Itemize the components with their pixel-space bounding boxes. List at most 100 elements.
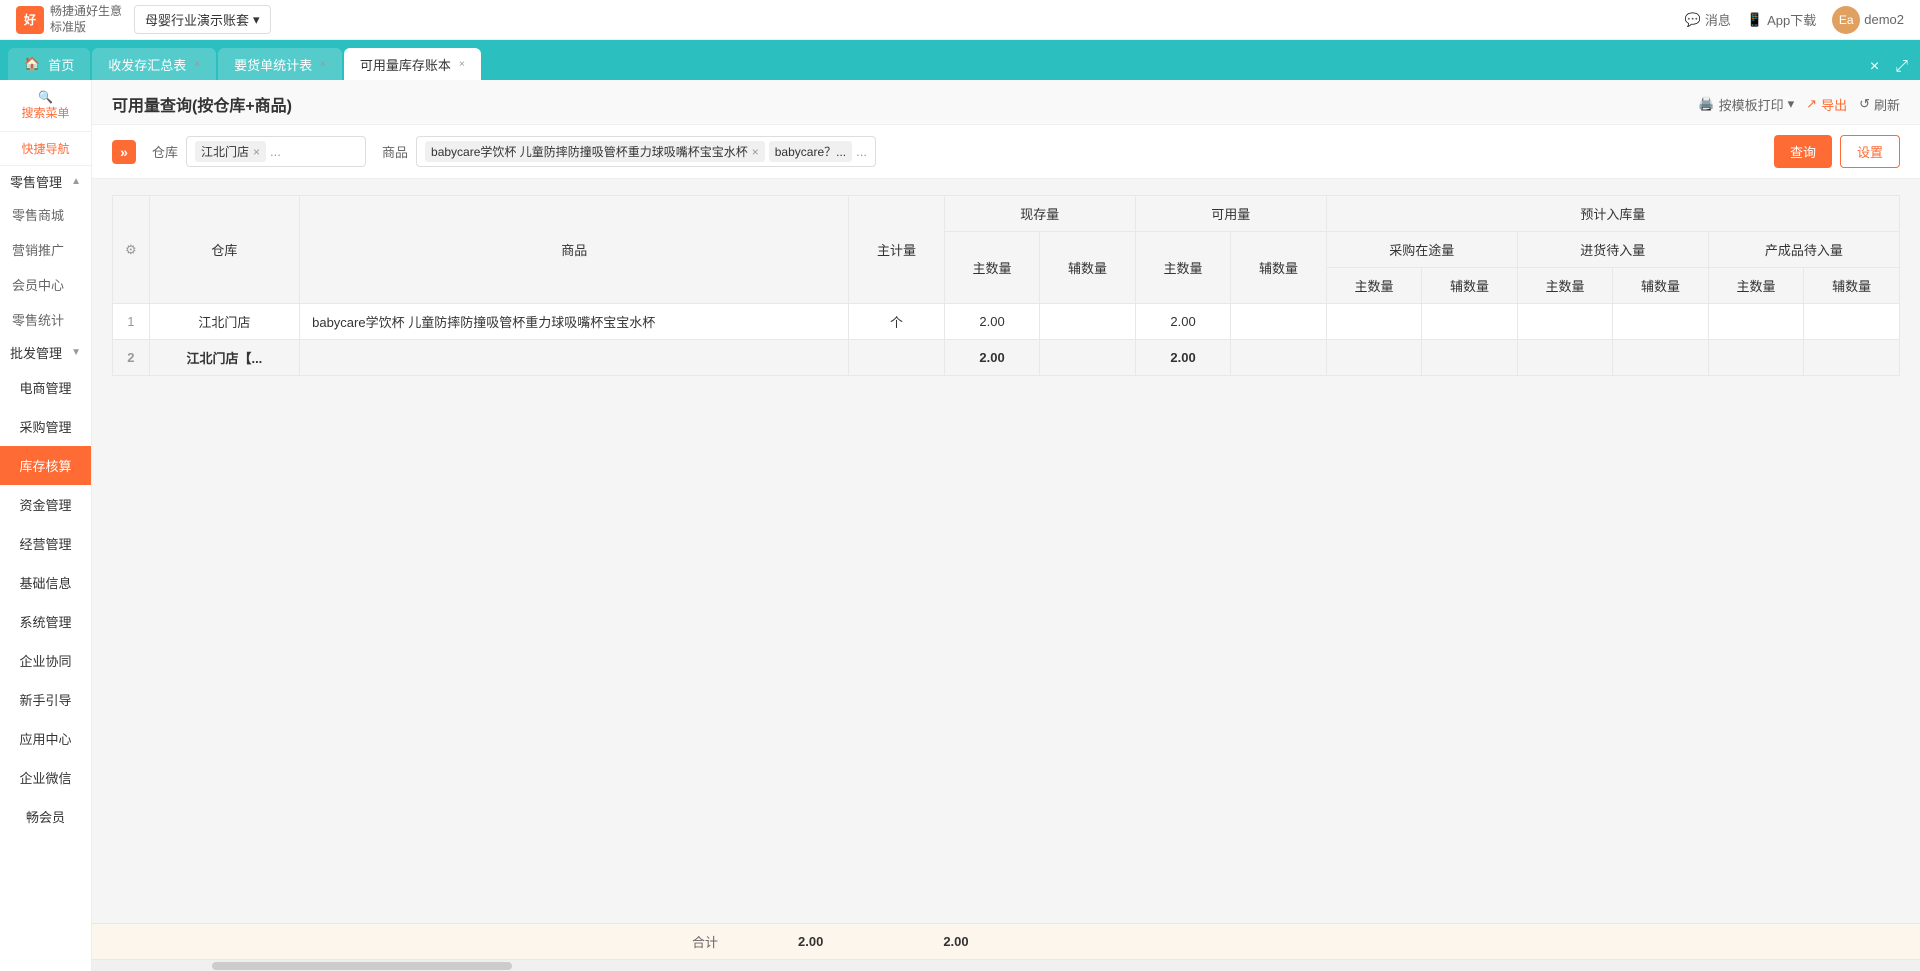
query-button[interactable]: 查询 bbox=[1774, 135, 1832, 168]
product-filter: 商品 babycare学饮杯 儿童防摔防撞吸管杯重力球吸嘴杯宝宝水杯 × bab… bbox=[382, 136, 876, 167]
table-row-summary: 2 江北门店【... 2.00 2.00 bbox=[113, 340, 1900, 376]
scroll-thumb[interactable] bbox=[212, 962, 512, 970]
product-more-button[interactable]: ... bbox=[856, 144, 867, 159]
sidebar-item-enterprise[interactable]: 企业协同 bbox=[0, 641, 91, 680]
product-tag-1: babycare学饮杯 儿童防摔防撞吸管杯重力球吸嘴杯宝宝水杯 × bbox=[425, 141, 765, 162]
row-warehouse: 江北门店 bbox=[149, 304, 299, 340]
th-warehouse: 仓库 bbox=[149, 196, 299, 304]
th-settings: ⚙ bbox=[113, 196, 150, 304]
refresh-icon: ↺ bbox=[1859, 96, 1870, 112]
expand-window-button[interactable]: ⤢ bbox=[1891, 54, 1912, 80]
message-button[interactable]: 💬 消息 bbox=[1685, 10, 1731, 29]
chevron-down-icon: ▾ bbox=[253, 12, 260, 28]
sidebar-item-guide[interactable]: 新手引导 bbox=[0, 680, 91, 719]
chevron-down-icon: ▼ bbox=[71, 347, 81, 358]
row-available-main: 2.00 bbox=[1135, 304, 1231, 340]
sidebar-item-member[interactable]: 会员中心 bbox=[0, 267, 91, 302]
th-current-main: 主数量 bbox=[944, 232, 1040, 304]
settings-button[interactable]: 设置 bbox=[1840, 135, 1900, 168]
warehouse-tag-close[interactable]: × bbox=[253, 145, 260, 159]
search-icon: 🔍 bbox=[38, 90, 53, 104]
sidebar-item-retail[interactable]: 零售管理 ▲ bbox=[0, 166, 91, 197]
product-tag1-close[interactable]: × bbox=[752, 145, 759, 159]
close-tab-available-stock[interactable]: × bbox=[459, 59, 465, 70]
close-tab-order-stat[interactable]: × bbox=[320, 59, 326, 70]
sidebar-item-base[interactable]: 基础信息 bbox=[0, 563, 91, 602]
sidebar-item-ecommerce[interactable]: 电商管理 bbox=[0, 368, 91, 407]
printer-icon: 🖨️ bbox=[1698, 96, 1714, 112]
template-print-button[interactable]: 🖨️ 按模板打印 ▾ bbox=[1698, 95, 1794, 114]
row-product: babycare学饮杯 儿童防摔防撞吸管杯重力球吸嘴杯宝宝水杯 bbox=[300, 304, 849, 340]
row-product bbox=[300, 340, 849, 376]
th-product-pending: 产成品待入量 bbox=[1708, 232, 1899, 268]
close-all-tabs-button[interactable]: × bbox=[1866, 54, 1883, 80]
sidebar-item-retail-mall[interactable]: 零售商城 bbox=[0, 197, 91, 232]
tab-available-stock[interactable]: 可用量库存账本 × bbox=[344, 48, 481, 80]
nav-tabs: 🏠 首页 收发存汇总表 × 要货单统计表 × 可用量库存账本 × × ⤢ bbox=[0, 40, 1920, 80]
main-layout: 🔍 搜索菜单 快捷导航 零售管理 ▲ 零售商城 营销推广 会员中心 零售统计 批… bbox=[0, 80, 1920, 971]
warehouse-more-button[interactable]: ... bbox=[270, 144, 281, 159]
page-title: 可用量查询(按仓库+商品) bbox=[112, 92, 292, 116]
user-profile[interactable]: Ea demo2 bbox=[1832, 6, 1904, 34]
sidebar-item-retail-stat[interactable]: 零售统计 bbox=[0, 302, 91, 337]
footer-label: 合计 bbox=[692, 932, 718, 951]
content: 可用量查询(按仓库+商品) 🖨️ 按模板打印 ▾ ↗ 导出 ↺ 刷新 bbox=[92, 80, 1920, 971]
sidebar-item-operations[interactable]: 经营管理 bbox=[0, 524, 91, 563]
sidebar-item-finance[interactable]: 资金管理 bbox=[0, 485, 91, 524]
warehouse-input[interactable]: 江北门店 × ... bbox=[186, 136, 366, 167]
sidebar-item-wholesale[interactable]: 批发管理 ▼ bbox=[0, 337, 91, 368]
message-icon: 💬 bbox=[1685, 12, 1701, 28]
sidebar-search[interactable]: 🔍 搜索菜单 bbox=[0, 80, 91, 132]
chevron-up-icon: ▲ bbox=[71, 176, 81, 187]
sidebar-item-marketing[interactable]: 营销推广 bbox=[0, 232, 91, 267]
row-purchase-main bbox=[1326, 340, 1422, 376]
row-product-main bbox=[1708, 340, 1804, 376]
th-unit: 主计量 bbox=[849, 196, 945, 304]
filter-actions: 查询 设置 bbox=[1774, 135, 1900, 168]
top-bar: 好 畅捷通好生意 标准版 母婴行业演示账套 ▾ 💬 消息 📱 App下载 Ea … bbox=[0, 0, 1920, 40]
table-row: 1 江北门店 babycare学饮杯 儿童防摔防撞吸管杯重力球吸嘴杯宝宝水杯 个… bbox=[113, 304, 1900, 340]
tab-receive-pay[interactable]: 收发存汇总表 × bbox=[92, 48, 216, 80]
row-unit: 个 bbox=[849, 304, 945, 340]
table-scroll[interactable]: ⚙ 仓库 商品 主计量 现存量 可用量 预计入库量 主数量 辅数量 bbox=[92, 179, 1920, 923]
logo-text: 畅捷通好生意 标准版 bbox=[50, 4, 122, 35]
row-product-main bbox=[1708, 304, 1804, 340]
sidebar-quick-nav[interactable]: 快捷导航 bbox=[0, 132, 91, 166]
org-selector[interactable]: 母婴行业演示账套 ▾ bbox=[134, 5, 271, 34]
row-purchase-aux bbox=[1422, 340, 1518, 376]
gear-icon[interactable]: ⚙ bbox=[125, 242, 137, 257]
refresh-button[interactable]: ↺ 刷新 bbox=[1859, 95, 1900, 114]
th-available-aux: 辅数量 bbox=[1231, 232, 1327, 304]
row-inbound-main bbox=[1517, 340, 1613, 376]
data-table: ⚙ 仓库 商品 主计量 现存量 可用量 预计入库量 主数量 辅数量 bbox=[112, 195, 1900, 376]
sidebar-item-app-center[interactable]: 应用中心 bbox=[0, 719, 91, 758]
close-tab-receive-pay[interactable]: × bbox=[194, 59, 200, 70]
app-download-button[interactable]: 📱 App下载 bbox=[1747, 10, 1816, 29]
expand-filter-button[interactable]: » bbox=[112, 140, 136, 164]
sidebar-item-inventory[interactable]: 库存核算 bbox=[0, 446, 91, 485]
row-product-aux bbox=[1804, 304, 1900, 340]
row-inbound-aux bbox=[1613, 340, 1709, 376]
row-available-aux bbox=[1231, 304, 1327, 340]
th-product-aux: 辅数量 bbox=[1804, 268, 1900, 304]
export-button[interactable]: ↗ 导出 bbox=[1806, 95, 1847, 114]
page-actions: 🖨️ 按模板打印 ▾ ↗ 导出 ↺ 刷新 bbox=[1698, 95, 1900, 114]
sidebar-item-vip[interactable]: 畅会员 bbox=[0, 797, 91, 836]
row-available-aux bbox=[1231, 340, 1327, 376]
tab-order-stat[interactable]: 要货单统计表 × bbox=[218, 48, 342, 80]
row-available-main: 2.00 bbox=[1135, 340, 1231, 376]
bottom-scrollbar[interactable] bbox=[92, 959, 1920, 971]
th-purchase-aux: 辅数量 bbox=[1422, 268, 1518, 304]
chevron-down-icon: ▾ bbox=[1788, 96, 1795, 112]
warehouse-tag: 江北门店 × bbox=[195, 141, 266, 162]
footer-available-total: 2.00 bbox=[943, 934, 968, 949]
sidebar: 🔍 搜索菜单 快捷导航 零售管理 ▲ 零售商城 营销推广 会员中心 零售统计 批… bbox=[0, 80, 92, 971]
row-no: 1 bbox=[113, 304, 150, 340]
row-unit bbox=[849, 340, 945, 376]
row-product-aux bbox=[1804, 340, 1900, 376]
tab-home[interactable]: 🏠 首页 bbox=[8, 48, 90, 80]
sidebar-item-purchase[interactable]: 采购管理 bbox=[0, 407, 91, 446]
product-input[interactable]: babycare学饮杯 儿童防摔防撞吸管杯重力球吸嘴杯宝宝水杯 × babyca… bbox=[416, 136, 876, 167]
sidebar-item-system[interactable]: 系统管理 bbox=[0, 602, 91, 641]
sidebar-item-wechat[interactable]: 企业微信 bbox=[0, 758, 91, 797]
